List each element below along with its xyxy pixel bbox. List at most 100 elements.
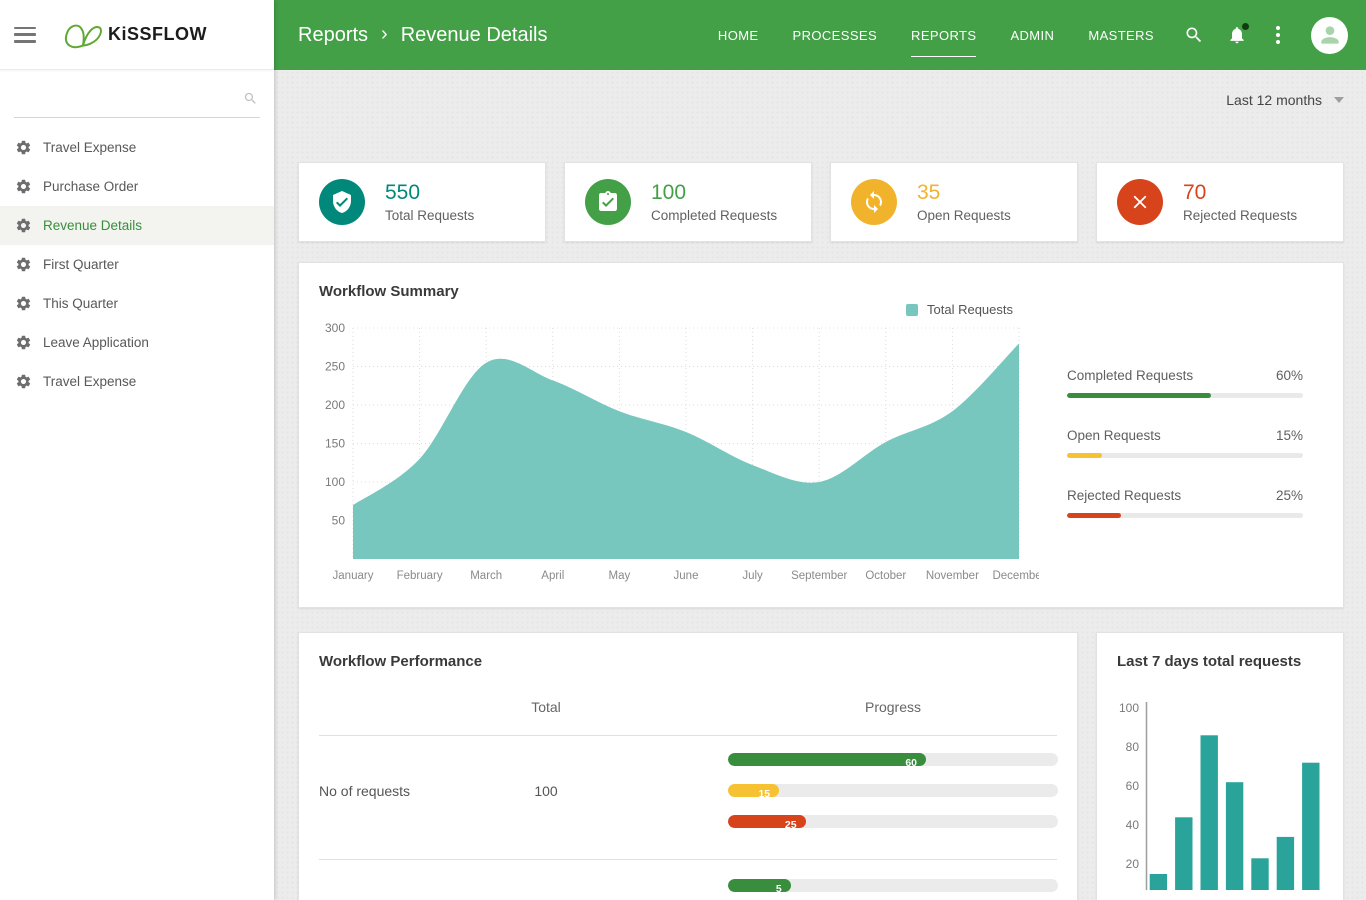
time-range-dropdown[interactable]: Last 12 months: [1226, 92, 1344, 108]
stat-label: Rejected Requests: [1183, 208, 1297, 223]
stat-card-open-requests[interactable]: 35 Open Requests: [830, 162, 1078, 242]
sidebar-menu: Travel Expense Purchase Order Revenue De…: [0, 128, 274, 401]
svg-text:50: 50: [332, 514, 346, 528]
row-total: 100: [466, 783, 626, 799]
svg-text:July: July: [742, 570, 763, 582]
stat-label: Open Requests: [917, 208, 1011, 223]
breadcrumb-page: Revenue Details: [401, 24, 548, 47]
svg-text:40: 40: [1126, 818, 1140, 832]
progress-bar-value: 15: [758, 788, 779, 797]
sidebar-item-leave-application[interactable]: Leave Application: [0, 323, 274, 362]
svg-text:November: November: [926, 570, 979, 582]
progress-bar-stack: 5: [728, 879, 1058, 900]
gear-icon: [15, 178, 32, 195]
breakdown-bar-fill: [1067, 393, 1211, 398]
progress-bar-track: 60: [728, 753, 1058, 766]
breakdown-pct: 25%: [1276, 488, 1303, 503]
progress-bar-track: 5: [728, 879, 1058, 892]
workflow-performance-title: Workflow Performance: [319, 653, 482, 670]
progress-bar-value: 60: [905, 757, 926, 766]
legend-label: Total Requests: [927, 302, 1013, 317]
progress-bar-fill-completed: 60: [728, 753, 926, 766]
clipboard-check-icon: [585, 179, 631, 225]
progress-bar-track: 15: [728, 784, 1058, 797]
butterfly-logo-icon: [62, 16, 104, 54]
svg-text:September: September: [791, 570, 847, 582]
legend-swatch: [906, 304, 918, 316]
gear-icon: [15, 334, 32, 351]
svg-text:April: April: [541, 570, 564, 582]
breadcrumb-section[interactable]: Reports: [298, 24, 368, 47]
stat-value: 100: [651, 181, 777, 205]
breakdown-row-open: Open Requests 15%: [1067, 428, 1303, 458]
sidebar-item-travel-expense[interactable]: Travel Expense: [0, 128, 274, 167]
sidebar-search-input[interactable]: [14, 80, 260, 118]
sidebar-item-label: Travel Expense: [43, 140, 136, 155]
breakdown-pct: 15%: [1276, 428, 1303, 443]
progress-bar-fill-rejected: 25: [728, 815, 806, 828]
stat-label: Completed Requests: [651, 208, 777, 223]
nav-home[interactable]: HOME: [718, 22, 759, 49]
table-divider: [319, 859, 1057, 860]
svg-text:300: 300: [325, 321, 345, 335]
nav-admin[interactable]: ADMIN: [1010, 22, 1054, 49]
nav-processes[interactable]: PROCESSES: [793, 22, 878, 49]
svg-text:100: 100: [325, 475, 345, 489]
svg-text:January: January: [333, 570, 374, 582]
breakdown-label: Completed Requests: [1067, 368, 1193, 383]
shield-check-icon: [319, 179, 365, 225]
table-divider: [319, 735, 1057, 736]
nav-masters[interactable]: MASTERS: [1088, 22, 1154, 49]
stat-value: 70: [1183, 181, 1297, 205]
chart-legend: Total Requests: [906, 302, 1013, 317]
row-label: No of requests: [319, 783, 410, 799]
stat-card-rejected-requests[interactable]: 70 Rejected Requests: [1096, 162, 1344, 242]
svg-text:150: 150: [325, 437, 345, 451]
hamburger-menu-icon[interactable]: [14, 27, 36, 43]
logo-text: KiSSFLOW: [108, 24, 207, 45]
breakdown-bar-fill: [1067, 513, 1121, 518]
svg-text:200: 200: [325, 398, 345, 412]
notifications-bell-icon[interactable]: [1227, 25, 1247, 45]
breakdown-bar-track: [1067, 393, 1303, 398]
time-range-label: Last 12 months: [1226, 92, 1322, 108]
column-header-progress: Progress: [728, 699, 1058, 715]
sidebar-item-purchase-order[interactable]: Purchase Order: [0, 167, 274, 206]
stat-value: 35: [917, 181, 1011, 205]
progress-bar-fill-open: 15: [728, 784, 779, 797]
stat-label: Total Requests: [385, 208, 474, 223]
svg-text:80: 80: [1126, 740, 1140, 754]
stat-card-completed-requests[interactable]: 100 Completed Requests: [564, 162, 812, 242]
svg-text:October: October: [865, 570, 906, 582]
notification-badge-dot: [1242, 23, 1249, 30]
search-icon[interactable]: [1184, 25, 1204, 45]
breakdown-label: Rejected Requests: [1067, 488, 1181, 503]
svg-text:250: 250: [325, 360, 345, 374]
sidebar-logo-row: KiSSFLOW: [0, 0, 274, 70]
gear-icon: [15, 139, 32, 156]
gear-icon: [15, 373, 32, 390]
sidebar-item-label: This Quarter: [43, 296, 118, 311]
svg-text:February: February: [397, 570, 443, 582]
sidebar-item-label: Purchase Order: [43, 179, 138, 194]
stat-card-total-requests[interactable]: 550 Total Requests: [298, 162, 546, 242]
breakdown-label: Open Requests: [1067, 428, 1161, 443]
progress-bar-fill-completed: 5: [728, 879, 791, 892]
gear-icon: [15, 217, 32, 234]
gear-icon: [15, 295, 32, 312]
sidebar-item-first-quarter[interactable]: First Quarter: [0, 245, 274, 284]
breakdown-pct: 60%: [1276, 368, 1303, 383]
total-requests-area-chart: 50100150200250300JanuaryFebruaryMarchApr…: [319, 321, 1039, 601]
sidebar-item-label: Travel Expense: [43, 374, 136, 389]
nav-reports[interactable]: REPORTS: [911, 22, 976, 49]
progress-bar-track: 25: [728, 815, 1058, 828]
sidebar-item-this-quarter[interactable]: This Quarter: [0, 284, 274, 323]
sidebar-item-revenue-details[interactable]: Revenue Details: [0, 206, 274, 245]
user-avatar[interactable]: [1311, 17, 1348, 54]
workflow-summary-card: Workflow Summary Total Requests 50100150…: [298, 262, 1344, 608]
sidebar-item-travel-expense-2[interactable]: Travel Expense: [0, 362, 274, 401]
breakdown-bar-fill: [1067, 453, 1102, 458]
more-options-kebab-icon[interactable]: [1270, 24, 1286, 46]
breakdown-bar-track: [1067, 453, 1303, 458]
close-icon: [1117, 179, 1163, 225]
